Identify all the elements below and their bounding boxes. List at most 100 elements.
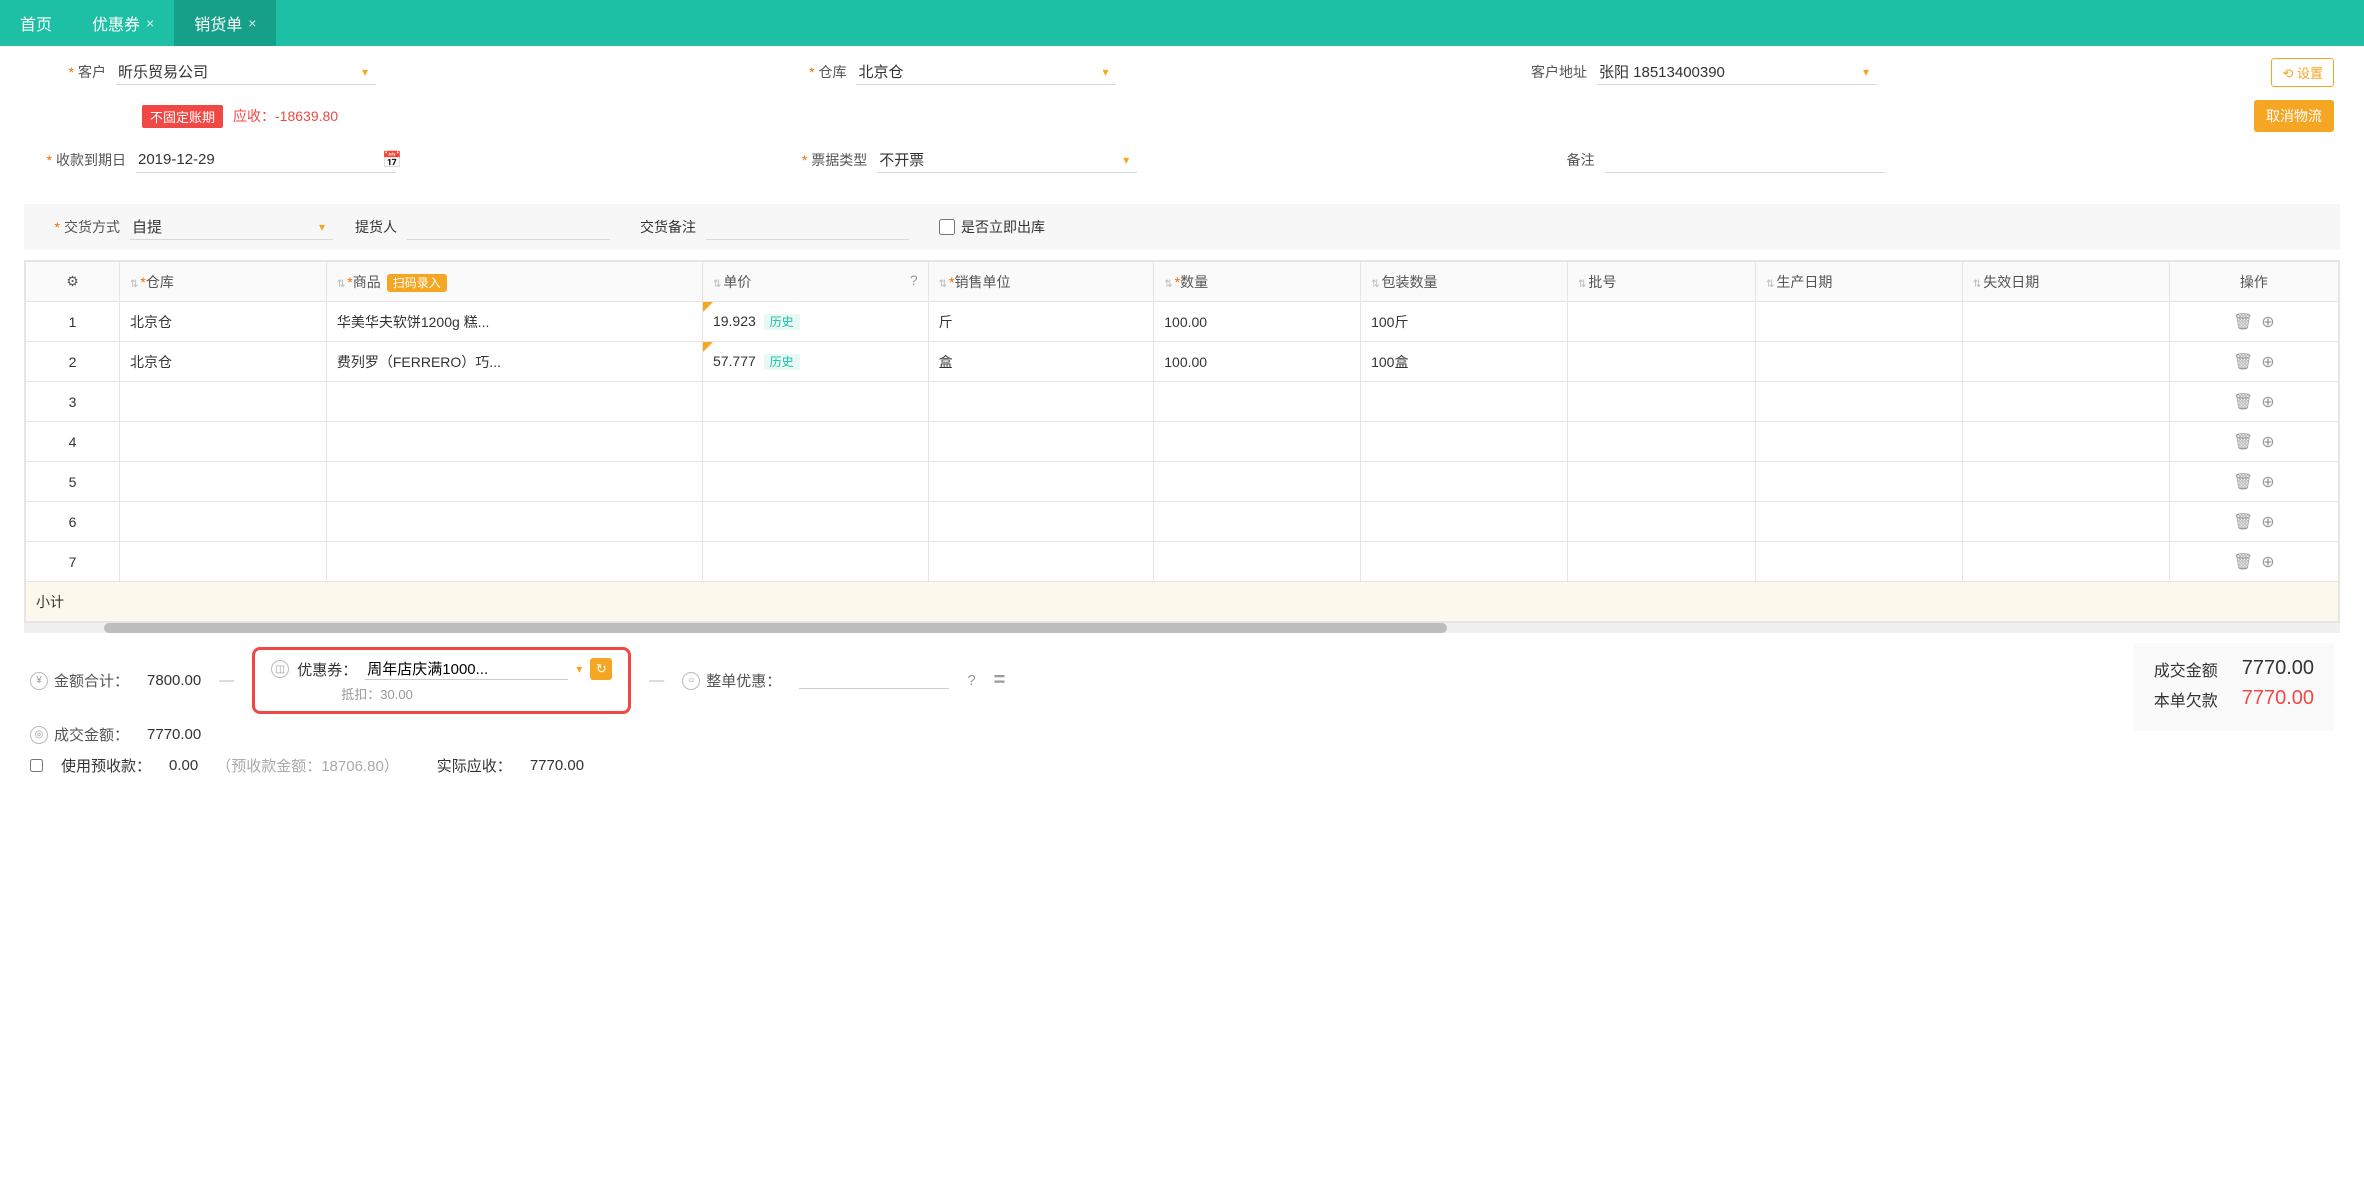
tab-home[interactable]: 首页 — [0, 0, 72, 46]
table-row[interactable]: 4 🗑⊕ — [26, 422, 2339, 462]
coupon-box: ◫ 优惠券： ▾ ↻ 抵扣：30.00 — [252, 647, 631, 714]
prepay-value: 0.00 — [169, 757, 198, 774]
delete-icon[interactable]: 🗑 — [2233, 434, 2253, 451]
delete-icon[interactable]: 🗑 — [2233, 514, 2253, 531]
total-label: ¥金额合计： — [30, 670, 129, 691]
tab-bar: 首页 优惠券× 销货单× — [0, 0, 2364, 46]
settings-header[interactable]: ⚙ — [26, 262, 120, 302]
table-header-row: ⚙ ⇅*仓库 ⇅*商品扫码录入 ⇅单价? ⇅*销售单位 ⇅*数量 ⇅包装数量 ⇅… — [26, 262, 2339, 302]
order-discount-input[interactable] — [799, 673, 949, 689]
refresh-icon[interactable]: ↻ — [590, 658, 612, 680]
tab-sales-order[interactable]: 销货单× — [174, 0, 276, 46]
col-packqty[interactable]: ⇅包装数量 — [1361, 262, 1568, 302]
immediate-out-checkbox[interactable] — [939, 219, 955, 235]
col-action: 操作 — [2169, 262, 2338, 302]
actual-value: 7770.00 — [530, 757, 584, 774]
help-icon[interactable]: ? — [910, 272, 918, 288]
subtotal-row: 小计 — [26, 582, 2339, 622]
close-icon[interactable]: × — [248, 15, 256, 31]
settings-button[interactable]: ⟲ 设置 — [2271, 58, 2334, 87]
col-price[interactable]: ⇅单价? — [702, 262, 928, 302]
remark-input[interactable] — [1605, 147, 1885, 173]
col-expdate[interactable]: ⇅失效日期 — [1962, 262, 2169, 302]
warehouse-input[interactable] — [856, 59, 1116, 85]
invoice-type-label: *票据类型 — [791, 150, 867, 170]
delete-icon[interactable]: 🗑 — [2233, 354, 2253, 371]
customer-label: *客户 — [30, 62, 106, 82]
delete-icon[interactable]: 🗑 — [2233, 314, 2253, 331]
delivery-bar: *交货方式 ▾ 提货人 交货备注 是否立即出库 — [24, 204, 2340, 250]
yen-icon: ¥ — [30, 672, 48, 690]
invoice-type-input[interactable] — [877, 147, 1137, 173]
col-warehouse[interactable]: ⇅*仓库 — [120, 262, 327, 302]
add-icon[interactable]: ⊕ — [2261, 474, 2274, 491]
cancel-logistics-button[interactable]: 取消物流 — [2254, 100, 2334, 132]
table-row[interactable]: 7 🗑⊕ — [26, 542, 2339, 582]
table-row[interactable]: 3 🗑⊕ — [26, 382, 2339, 422]
col-qty[interactable]: ⇅*数量 — [1154, 262, 1361, 302]
add-icon[interactable]: ⊕ — [2261, 514, 2274, 531]
delivery-method-label: *交货方式 — [44, 217, 120, 237]
table-row[interactable]: 6 🗑⊕ — [26, 502, 2339, 542]
total-value: 7800.00 — [147, 672, 201, 689]
table-row[interactable]: 5 🗑⊕ — [26, 462, 2339, 502]
prepay-balance: （预收款金额：18706.80） — [216, 755, 399, 776]
prepay-label: 使用预收款： — [61, 755, 151, 776]
payment-due-input[interactable] — [136, 147, 396, 173]
footer: ¥金额合计： 7800.00 — ◫ 优惠券： ▾ ↻ 抵扣：30.00 — ○… — [0, 633, 2364, 800]
summary-deal-label: 成交金额 — [2154, 657, 2218, 681]
period-badge: 不固定账期 — [142, 105, 223, 128]
col-mfgdate[interactable]: ⇅生产日期 — [1756, 262, 1963, 302]
picker-label: 提货人 — [355, 217, 397, 237]
help-icon[interactable]: ? — [967, 672, 975, 689]
address-input[interactable] — [1597, 59, 1877, 85]
scan-badge[interactable]: 扫码录入 — [387, 274, 447, 292]
col-product[interactable]: ⇅*商品扫码录入 — [326, 262, 702, 302]
deal-value: 7770.00 — [147, 726, 201, 743]
equals-icon: = — [994, 669, 1006, 692]
deal-label: ◎成交金额： — [30, 724, 129, 745]
customer-input[interactable] — [116, 59, 376, 85]
use-prepay-checkbox[interactable] — [30, 759, 43, 772]
coupon-label: 优惠券： — [297, 659, 357, 680]
picker-input[interactable] — [407, 214, 610, 240]
close-icon[interactable]: × — [146, 15, 154, 31]
coupon-icon: ◫ — [271, 660, 289, 678]
immediate-out-label: 是否立即出库 — [961, 217, 1045, 237]
table-row[interactable]: 2 北京仓 费列罗（FERRERO）巧... 57.777 历史 盒 100.0… — [26, 342, 2339, 382]
horizontal-scrollbar[interactable] — [24, 623, 2340, 633]
add-icon[interactable]: ⊕ — [2261, 314, 2274, 331]
line-items-table: ⚙ ⇅*仓库 ⇅*商品扫码录入 ⇅单价? ⇅*销售单位 ⇅*数量 ⇅包装数量 ⇅… — [24, 260, 2340, 623]
coupon-select[interactable] — [365, 658, 568, 680]
receivable-text: 应收：-18639.80 — [233, 106, 338, 126]
calendar-icon[interactable]: 📅 — [382, 150, 402, 170]
add-icon[interactable]: ⊕ — [2261, 394, 2274, 411]
remark-label: 备注 — [1519, 150, 1595, 170]
summary-owe-label: 本单欠款 — [2154, 687, 2218, 711]
summary-deal-value: 7770.00 — [2242, 657, 2314, 681]
col-unit[interactable]: ⇅*销售单位 — [928, 262, 1154, 302]
discount-icon: ○ — [682, 672, 700, 690]
delete-icon[interactable]: 🗑 — [2233, 554, 2253, 571]
summary-box: 成交金额 7770.00 本单欠款 7770.00 — [2134, 643, 2334, 731]
actual-label: 实际应收： — [437, 755, 512, 776]
delete-icon[interactable]: 🗑 — [2233, 394, 2253, 411]
coupon-deduction: 抵扣：30.00 — [271, 684, 612, 703]
delivery-note-label: 交货备注 — [640, 217, 696, 237]
tab-coupon[interactable]: 优惠券× — [72, 0, 174, 46]
order-discount-label: ○整单优惠： — [682, 670, 781, 691]
add-icon[interactable]: ⊕ — [2261, 354, 2274, 371]
payment-due-label: *收款到期日 — [30, 150, 126, 170]
delivery-note-input[interactable] — [706, 214, 909, 240]
col-batch[interactable]: ⇅批号 — [1567, 262, 1755, 302]
summary-owe-value: 7770.00 — [2242, 687, 2314, 711]
warehouse-label: *仓库 — [770, 62, 846, 82]
deal-icon: ◎ — [30, 726, 48, 744]
add-icon[interactable]: ⊕ — [2261, 554, 2274, 571]
delete-icon[interactable]: 🗑 — [2233, 474, 2253, 491]
delivery-method-input[interactable] — [130, 214, 333, 240]
add-icon[interactable]: ⊕ — [2261, 434, 2274, 451]
table-row[interactable]: 1 北京仓 华美华夫软饼1200g 糕... 19.923 历史 斤 100.0… — [26, 302, 2339, 342]
chevron-down-icon: ▾ — [576, 662, 582, 676]
form-area: *客户 ▾ *仓库 ▾ 客户地址 ▾ ⟲ 设置 不固定账期 应收：-18639.… — [0, 46, 2364, 196]
